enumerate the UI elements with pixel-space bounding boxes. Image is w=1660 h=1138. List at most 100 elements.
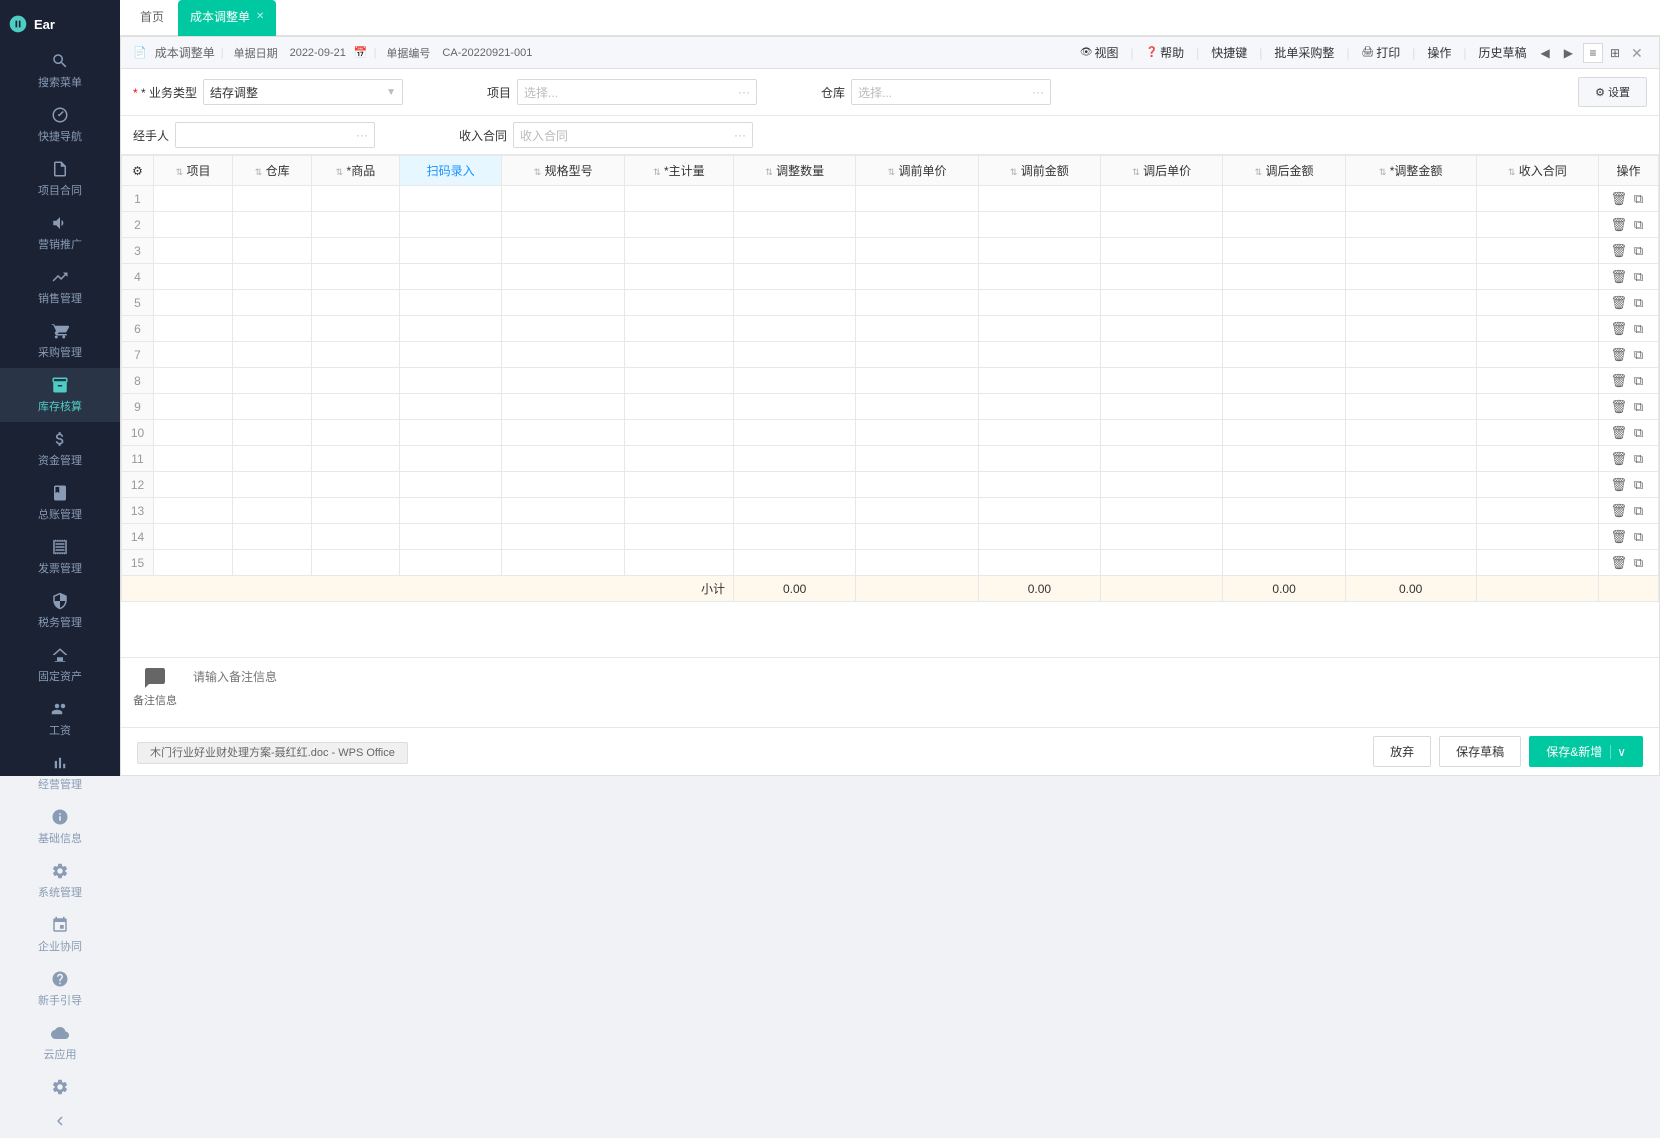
row-3-before-amount[interactable] [978, 238, 1100, 264]
sidebar-item-finance-mgmt[interactable]: 资金管理 [0, 422, 120, 476]
row-13-unit[interactable] [624, 498, 733, 524]
sidebar-item-quick-nav[interactable]: 快捷导航 [0, 98, 120, 152]
row-12-adj-qty[interactable] [733, 472, 855, 498]
row-6-product[interactable] [312, 316, 400, 342]
row-3-adj-qty[interactable] [733, 238, 855, 264]
row-13-delete-icon[interactable]: 🗑 [1611, 503, 1627, 519]
row-13-after-amount[interactable] [1223, 498, 1345, 524]
row-4-before-amount[interactable] [978, 264, 1100, 290]
sidebar-item-fixed-assets[interactable]: 固定资产 [0, 638, 120, 692]
row-12-before-amount[interactable] [978, 472, 1100, 498]
row-10-after-amount[interactable] [1223, 420, 1345, 446]
sort-before-amount-icon[interactable]: ⇅ [1010, 167, 1018, 177]
row-3-spec[interactable] [502, 238, 624, 264]
col-settings-icon[interactable]: ⚙ [132, 164, 143, 178]
row-4-copy-icon[interactable]: ⧉ [1631, 269, 1647, 285]
sidebar-item-payroll[interactable]: 工资 [0, 692, 120, 746]
row-15-before-price[interactable] [856, 550, 978, 576]
sidebar-item-sales-mgmt[interactable]: 销售管理 [0, 260, 120, 314]
row-9-after-price[interactable] [1101, 394, 1223, 420]
row-15-product[interactable] [312, 550, 400, 576]
sort-before-price-icon[interactable]: ⇅ [888, 167, 896, 177]
row-12-after-price[interactable] [1101, 472, 1223, 498]
row-14-income-contract[interactable] [1476, 524, 1598, 550]
row-6-income-contract[interactable] [1476, 316, 1598, 342]
row-5-scan[interactable] [399, 290, 502, 316]
row-5-copy-icon[interactable]: ⧉ [1631, 295, 1647, 311]
row-11-spec[interactable] [502, 446, 624, 472]
row-9-product[interactable] [312, 394, 400, 420]
agent-select[interactable]: ··· [175, 122, 375, 148]
row-1-product[interactable] [312, 186, 400, 212]
row-3-delete-icon[interactable]: 🗑 [1611, 243, 1627, 259]
row-1-income-contract[interactable] [1476, 186, 1598, 212]
row-6-after-price[interactable] [1101, 316, 1223, 342]
row-10-scan[interactable] [399, 420, 502, 446]
sidebar-item-sales-promo[interactable]: 营销推广 [0, 206, 120, 260]
row-8-spec[interactable] [502, 368, 624, 394]
row-5-spec[interactable] [502, 290, 624, 316]
sidebar-item-invoice-mgmt[interactable]: 发票管理 [0, 530, 120, 584]
row-15-income-contract[interactable] [1476, 550, 1598, 576]
row-2-product[interactable] [312, 212, 400, 238]
row-1-project[interactable] [154, 186, 233, 212]
row-3-income-contract[interactable] [1476, 238, 1598, 264]
row-14-adj-amount[interactable] [1345, 524, 1476, 550]
row-12-unit[interactable] [624, 472, 733, 498]
row-1-scan[interactable] [399, 186, 502, 212]
row-13-scan[interactable] [399, 498, 502, 524]
row-9-income-contract[interactable] [1476, 394, 1598, 420]
row-9-copy-icon[interactable]: ⧉ [1631, 399, 1647, 415]
row-9-adj-amount[interactable] [1345, 394, 1476, 420]
row-13-income-contract[interactable] [1476, 498, 1598, 524]
row-2-before-price[interactable] [856, 212, 978, 238]
batch-adjust-btn[interactable]: 批单采购整 [1270, 42, 1338, 63]
row-1-before-price[interactable] [856, 186, 978, 212]
row-9-delete-icon[interactable]: 🗑 [1611, 399, 1627, 415]
row-8-warehouse[interactable] [233, 368, 312, 394]
row-6-delete-icon[interactable]: 🗑 [1611, 321, 1627, 337]
row-4-income-contract[interactable] [1476, 264, 1598, 290]
row-13-spec[interactable] [502, 498, 624, 524]
row-9-scan[interactable] [399, 394, 502, 420]
row-9-before-amount[interactable] [978, 394, 1100, 420]
row-12-copy-icon[interactable]: ⧉ [1631, 477, 1647, 493]
row-3-product[interactable] [312, 238, 400, 264]
row-9-adj-qty[interactable] [733, 394, 855, 420]
row-2-income-contract[interactable] [1476, 212, 1598, 238]
row-11-unit[interactable] [624, 446, 733, 472]
row-8-income-contract[interactable] [1476, 368, 1598, 394]
row-11-product[interactable] [312, 446, 400, 472]
sidebar-item-ledger[interactable]: 总账管理 [0, 476, 120, 530]
history-btn[interactable]: 历史草稿 [1475, 42, 1531, 63]
view-btn[interactable]: 👁 视图 [1076, 42, 1123, 63]
sort-project-icon[interactable]: ⇅ [176, 167, 184, 177]
row-13-warehouse[interactable] [233, 498, 312, 524]
row-4-unit[interactable] [624, 264, 733, 290]
sidebar-item-cloud-apps[interactable]: 云应用 [0, 1016, 120, 1070]
row-7-spec[interactable] [502, 342, 624, 368]
row-9-project[interactable] [154, 394, 233, 420]
row-14-adj-qty[interactable] [733, 524, 855, 550]
row-2-after-amount[interactable] [1223, 212, 1345, 238]
row-11-project[interactable] [154, 446, 233, 472]
row-13-project[interactable] [154, 498, 233, 524]
sidebar-item-new-guide[interactable]: 新手引导 [0, 962, 120, 1016]
row-10-adj-qty[interactable] [733, 420, 855, 446]
row-12-warehouse[interactable] [233, 472, 312, 498]
notes-input[interactable] [189, 666, 1647, 688]
row-1-after-price[interactable] [1101, 186, 1223, 212]
row-12-scan[interactable] [399, 472, 502, 498]
row-10-warehouse[interactable] [233, 420, 312, 446]
sort-adj-qty-icon[interactable]: ⇅ [765, 167, 773, 177]
sidebar-item-project-contract[interactable]: 项目合同 [0, 152, 120, 206]
row-1-copy-icon[interactable]: ⧉ [1631, 191, 1647, 207]
operations-btn[interactable]: 操作 [1423, 42, 1455, 63]
row-10-product[interactable] [312, 420, 400, 446]
sidebar-item-enterprise[interactable]: 企业协同 [0, 908, 120, 962]
row-2-adj-amount[interactable] [1345, 212, 1476, 238]
row-13-before-price[interactable] [856, 498, 978, 524]
sort-warehouse-icon[interactable]: ⇅ [255, 167, 263, 177]
row-7-product[interactable] [312, 342, 400, 368]
row-9-before-price[interactable] [856, 394, 978, 420]
